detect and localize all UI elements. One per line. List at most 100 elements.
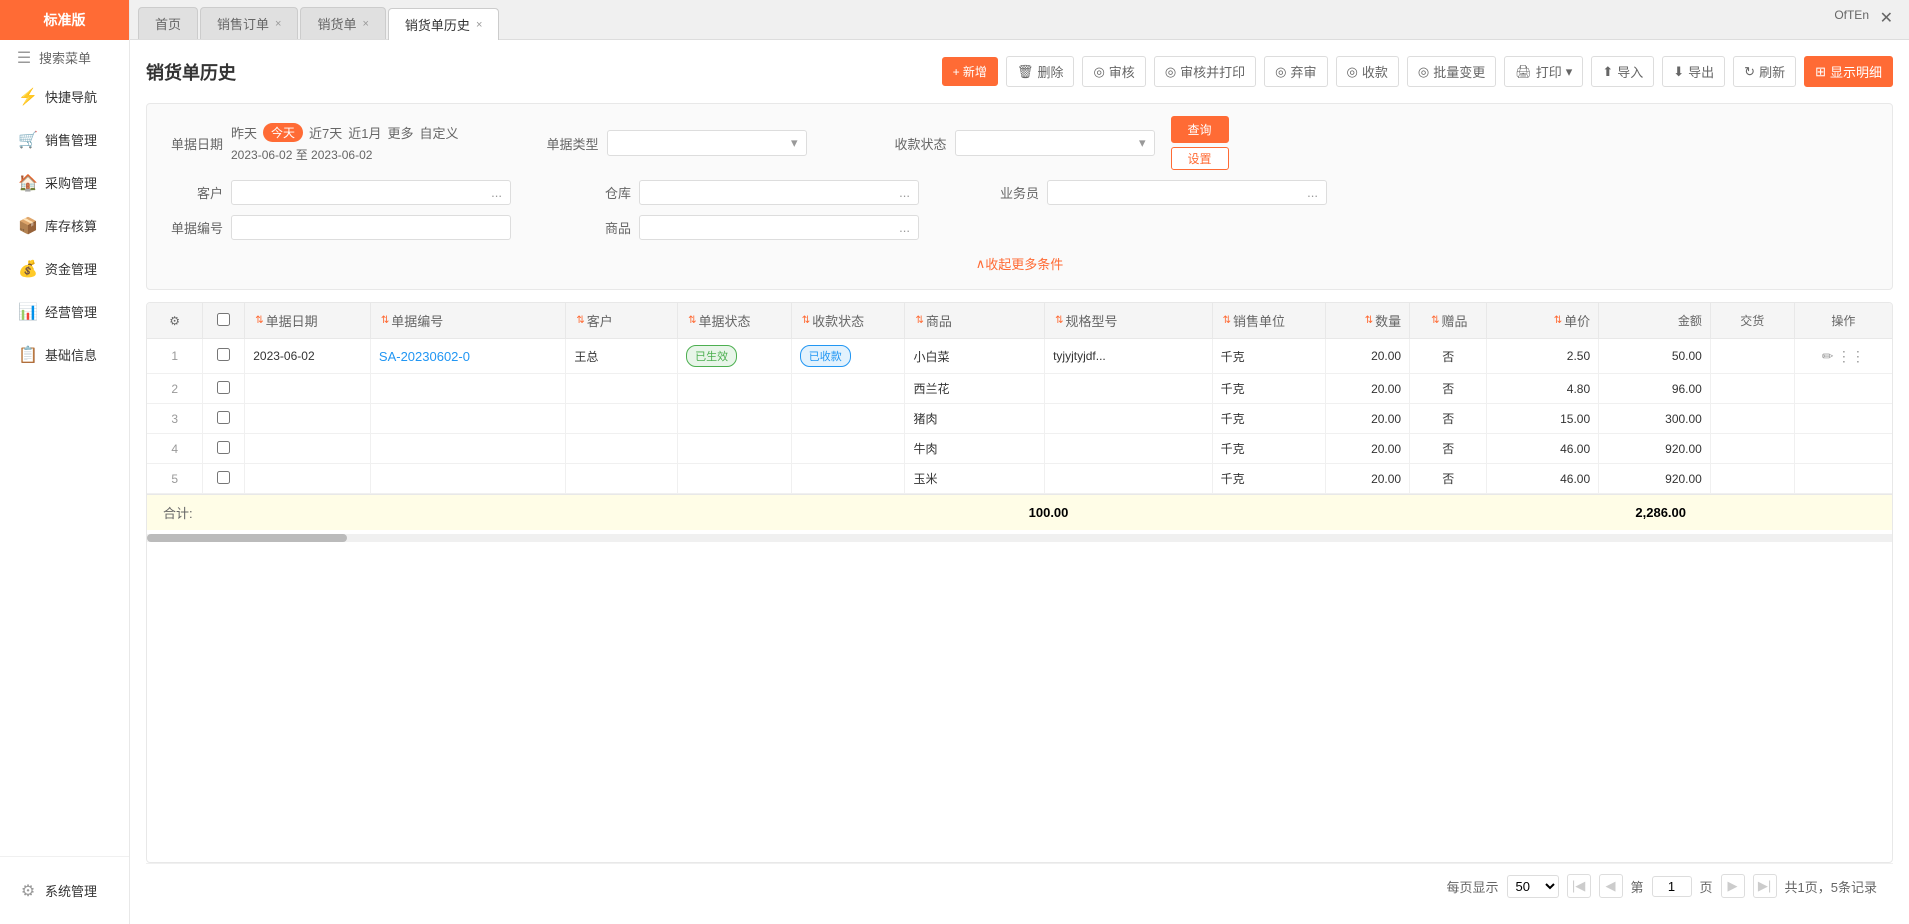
sidebar-item-sales-mgmt[interactable]: 🛒 销售管理	[0, 118, 129, 161]
cell-checkbox[interactable]	[203, 434, 245, 464]
more-action[interactable]: ⋮⋮	[1837, 348, 1865, 364]
shortcut-custom[interactable]: 自定义	[420, 123, 459, 142]
page-number-input[interactable]	[1652, 876, 1692, 897]
tab-sales-history-close[interactable]: ×	[476, 19, 482, 31]
table-row: 1 2023-06-02 SA-20230602-0 王总 已生效 已收款 小白…	[147, 339, 1892, 374]
review-print-button[interactable]: ◎ 审核并打印	[1154, 56, 1256, 87]
col-gear[interactable]: ⚙	[147, 303, 203, 339]
batch-change-button[interactable]: ◎ 批量变更	[1407, 56, 1496, 87]
shortcut-7days[interactable]: 近7天	[309, 123, 342, 142]
col-pay-status[interactable]: ⇅收款状态	[791, 303, 905, 339]
prev-page-btn[interactable]: ◀	[1599, 874, 1623, 898]
sidebar-item-system[interactable]: ⚙ 系统管理	[0, 869, 129, 912]
filter-date: 单据日期 昨天 今天 近7天 近1月 更多 自定义 2023-06-02 至 2…	[163, 123, 459, 163]
edit-action[interactable]: ✏	[1822, 348, 1834, 364]
col-docno[interactable]: ⇅单据编号	[370, 303, 565, 339]
staff-ellipsis[interactable]: ...	[1307, 185, 1318, 200]
data-table: ⚙ ⇅单据日期 ⇅单据编号 ⇅客户 ⇅单据状态 ⇅收款状态 ⇅商品 ⇅规格型号 …	[147, 303, 1892, 494]
cell-amount: 96.00	[1599, 374, 1711, 404]
per-page-select[interactable]: 50 100 200	[1507, 875, 1559, 898]
sort-pay-icon: ⇅	[802, 315, 810, 326]
docno-input[interactable]	[231, 215, 511, 240]
tab-home[interactable]: 首页	[138, 7, 198, 39]
review-button[interactable]: ◎ 审核	[1082, 56, 1145, 87]
col-checkbox[interactable]	[203, 303, 245, 339]
warehouse-input[interactable]	[648, 185, 895, 200]
staff-input[interactable]	[1056, 185, 1303, 200]
add-button[interactable]: + 新增	[942, 57, 998, 86]
tab-sales-goods[interactable]: 销货单 ×	[300, 7, 385, 39]
shortcut-1month[interactable]: 近1月	[348, 123, 381, 142]
cell-checkbox[interactable]	[203, 339, 245, 374]
tab-sales-order[interactable]: 销售订单 ×	[200, 7, 298, 39]
export-button[interactable]: ⬇ 导出	[1662, 56, 1725, 87]
cell-num: 4	[147, 434, 203, 464]
cell-doc-status	[678, 434, 792, 464]
window-close-button[interactable]: ✕	[1880, 8, 1893, 28]
delete-button[interactable]: 🗑 删除	[1006, 56, 1075, 87]
print-button[interactable]: 🖨 打印 ▾	[1504, 56, 1583, 87]
filter-pay-status: 收款状态 ▾ 查询 设置	[887, 116, 1229, 170]
collect-button[interactable]: ◎ 收款	[1336, 56, 1399, 87]
cell-qty: 20.00	[1326, 404, 1410, 434]
next-page-btn[interactable]: ▶	[1721, 874, 1745, 898]
col-date[interactable]: ⇅单据日期	[245, 303, 371, 339]
table-row: 5 玉米 千克 20.00 否 46.00 920.00	[147, 464, 1892, 494]
filter-collapse-btn[interactable]: ∧ 收起更多条件	[163, 250, 1876, 277]
col-price[interactable]: ⇅单价	[1487, 303, 1599, 339]
shortcut-yesterday[interactable]: 昨天	[231, 123, 257, 142]
query-button[interactable]: 查询	[1171, 116, 1229, 143]
import-button[interactable]: ⬆ 导入	[1591, 56, 1654, 87]
sidebar-item-quick-nav[interactable]: ⚡ 快捷导航	[0, 75, 129, 118]
cell-action	[1794, 404, 1892, 434]
cell-gift: 否	[1410, 434, 1487, 464]
warehouse-ellipsis[interactable]: ...	[899, 185, 910, 200]
finance-icon: 💰	[19, 260, 37, 278]
col-doc-status[interactable]: ⇅单据状态	[678, 303, 792, 339]
sidebar-item-inventory[interactable]: 📦 库存核算	[0, 204, 129, 247]
pay-status-select[interactable]	[964, 136, 1139, 151]
type-select[interactable]	[616, 136, 791, 151]
summary-label: 合计:	[163, 503, 193, 522]
cell-amount: 920.00	[1599, 464, 1711, 494]
tab-sales-goods-close[interactable]: ×	[362, 18, 368, 30]
select-all-checkbox[interactable]	[217, 313, 230, 326]
customer-input[interactable]	[240, 185, 487, 200]
col-gift[interactable]: ⇅赠品	[1410, 303, 1487, 339]
cell-docno	[370, 404, 565, 434]
last-page-btn[interactable]: ▶|	[1753, 874, 1777, 898]
goods-input[interactable]	[648, 220, 895, 235]
refresh-button[interactable]: ↻ 刷新	[1733, 56, 1796, 87]
cell-checkbox[interactable]	[203, 374, 245, 404]
often-label: OfTEn	[1834, 8, 1869, 22]
customer-ellipsis[interactable]: ...	[491, 185, 502, 200]
shortcut-more[interactable]: 更多	[388, 123, 414, 142]
col-goods[interactable]: ⇅商品	[905, 303, 1045, 339]
docno-link[interactable]: SA-20230602-0	[379, 349, 470, 364]
export-icon: ⬇	[1673, 64, 1684, 80]
goods-ellipsis[interactable]: ...	[899, 220, 910, 235]
scrollbar-thumb[interactable]	[147, 534, 347, 542]
col-unit[interactable]: ⇅销售单位	[1212, 303, 1326, 339]
first-page-btn[interactable]: |◀	[1567, 874, 1591, 898]
col-spec[interactable]: ⇅规格型号	[1045, 303, 1213, 339]
sort-status-icon: ⇅	[688, 315, 696, 326]
sidebar-item-operations[interactable]: 📊 经营管理	[0, 290, 129, 333]
settings-button[interactable]: 设置	[1171, 147, 1229, 170]
table-header-row: ⚙ ⇅单据日期 ⇅单据编号 ⇅客户 ⇅单据状态 ⇅收款状态 ⇅商品 ⇅规格型号 …	[147, 303, 1892, 339]
tab-sales-history[interactable]: 销货单历史 ×	[388, 8, 499, 40]
sidebar-item-purchase-mgmt[interactable]: 🏠 采购管理	[0, 161, 129, 204]
col-customer[interactable]: ⇅客户	[566, 303, 678, 339]
col-qty[interactable]: ⇅数量	[1326, 303, 1410, 339]
sidebar-item-search-menu[interactable]: ☰ 搜索菜单	[0, 40, 129, 75]
abandon-button[interactable]: ◎ 弃审	[1264, 56, 1327, 87]
shortcut-today[interactable]: 今天	[263, 123, 303, 142]
sidebar-item-finance[interactable]: 💰 资金管理	[0, 247, 129, 290]
sidebar-item-basic-info[interactable]: 📋 基础信息	[0, 333, 129, 376]
horizontal-scrollbar[interactable]	[147, 534, 1892, 542]
cell-checkbox[interactable]	[203, 464, 245, 494]
cell-checkbox[interactable]	[203, 404, 245, 434]
cell-action: ✏ ⋮⋮	[1794, 339, 1892, 374]
tab-sales-order-close[interactable]: ×	[275, 18, 281, 30]
show-detail-button[interactable]: ⊞ 显示明细	[1804, 56, 1893, 87]
